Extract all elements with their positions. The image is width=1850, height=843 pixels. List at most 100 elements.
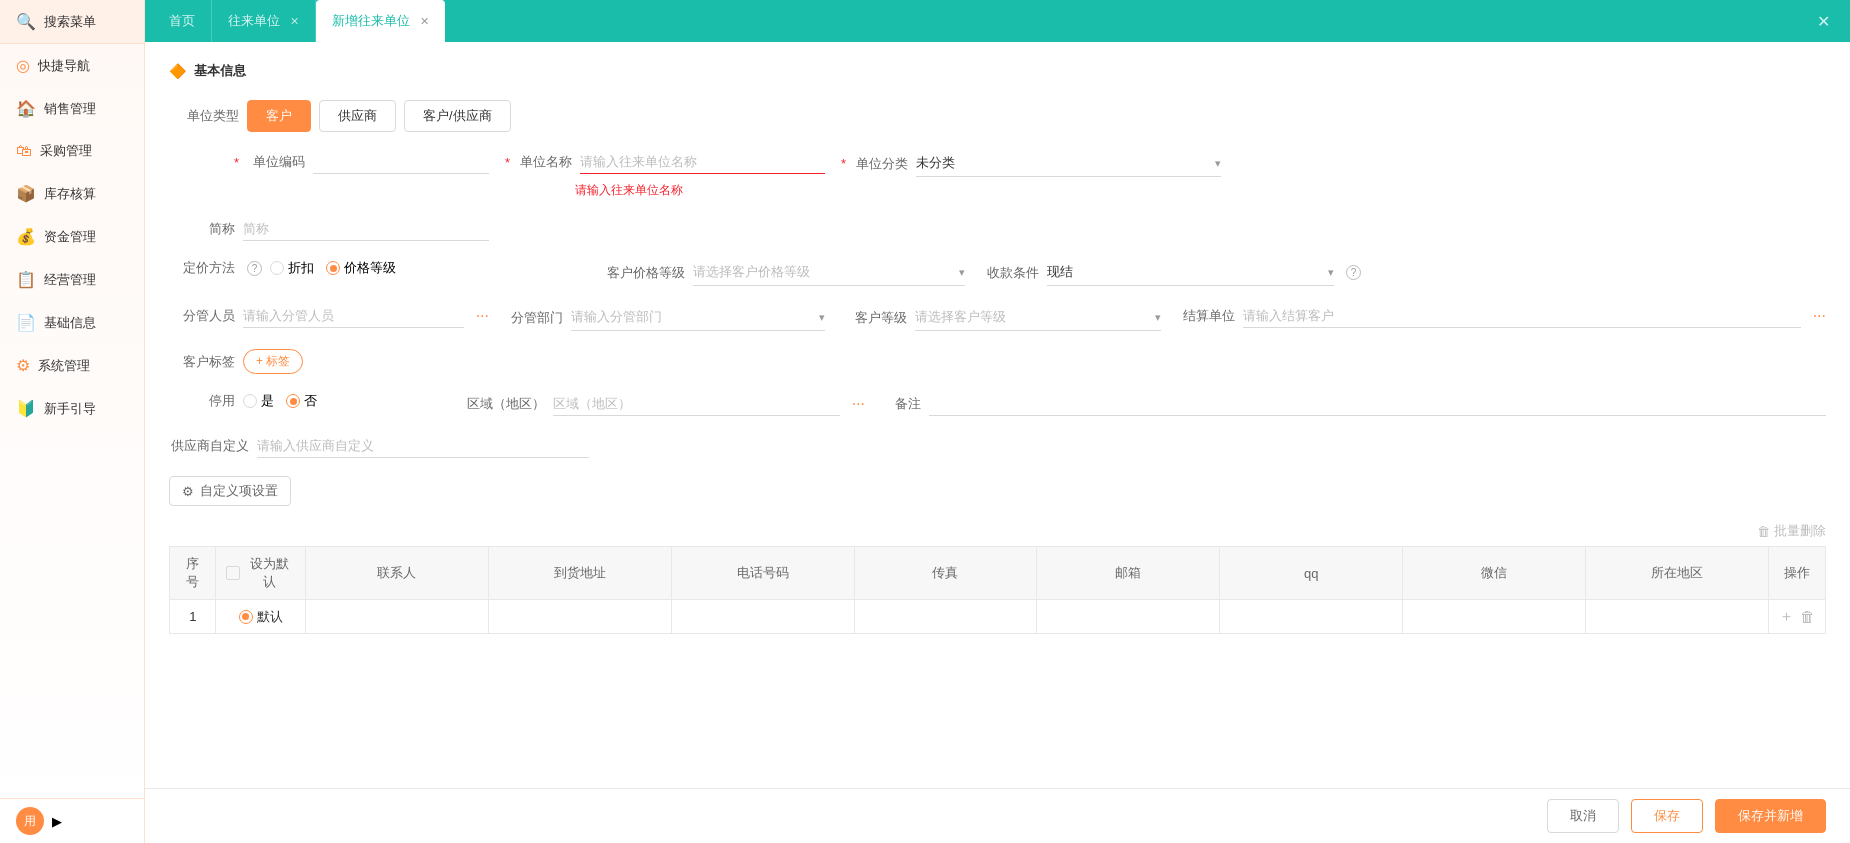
payment-terms-label: 收款条件 [981, 264, 1039, 282]
sidebar-item-guide[interactable]: 🔰 新手引导 [0, 387, 144, 430]
remark-group: 备注 [881, 392, 1826, 416]
contacts-table-section: 🗑 批量删除 序号 设为默认 联系人 到货 [169, 522, 1826, 634]
department-placeholder: 请输入分管部门 [571, 308, 815, 326]
unit-type-buttons: 客户 供应商 客户/供应商 [247, 100, 511, 132]
custom-settings-button[interactable]: ⚙ 自定义项设置 [169, 476, 291, 506]
settlement-unit-picker[interactable]: ··· [1813, 307, 1826, 325]
region-input[interactable] [553, 392, 840, 416]
remark-input[interactable] [929, 392, 1826, 416]
wechat-input[interactable] [1413, 609, 1575, 624]
col-address: 到货地址 [488, 547, 671, 600]
pricing-radio-price-level[interactable]: 价格等级 [326, 259, 396, 277]
phone-input[interactable] [682, 609, 844, 624]
supervisor-row: 分管人员 ··· 分管部门 请输入分管部门 ▾ 客户等级 请选择客户等级 ▾ 结… [169, 304, 1826, 331]
settlement-unit-input[interactable] [1243, 304, 1801, 328]
department-select[interactable]: 请输入分管部门 ▾ [571, 304, 825, 331]
dept-chevron: ▾ [819, 311, 825, 324]
type-btn-customer[interactable]: 客户 [247, 100, 311, 132]
tab-partner[interactable]: 往来单位 ✕ [212, 0, 316, 42]
cell-email[interactable] [1037, 600, 1220, 634]
customer-level-label: 客户等级 [841, 309, 907, 327]
table-row: 1 默认 [170, 600, 1826, 634]
cell-contact[interactable] [305, 600, 488, 634]
sidebar-guide-label: 新手引导 [44, 400, 96, 418]
tab-home-label: 首页 [169, 12, 195, 30]
fax-input[interactable] [865, 609, 1027, 624]
row-region-input[interactable] [1596, 609, 1758, 624]
sidebar-item-operation[interactable]: 📋 经营管理 [0, 258, 144, 301]
category-select[interactable]: 未分类 ▾ [916, 150, 1221, 177]
radio-outer-price-level [326, 261, 340, 275]
radio-outer-discount [270, 261, 284, 275]
cell-no: 1 [170, 600, 216, 634]
default-radio[interactable]: 默认 [239, 608, 283, 626]
batch-delete-button[interactable]: 🗑 批量删除 [1757, 522, 1826, 540]
sidebar-item-quick-nav[interactable]: ◎ 快捷导航 [0, 44, 144, 87]
sidebar-item-system[interactable]: ⚙ 系统管理 [0, 344, 144, 387]
custom-settings-label: 自定义项设置 [200, 482, 278, 500]
settlement-unit-label: 结算单位 [1177, 307, 1235, 325]
window-close-button[interactable]: ✕ [1805, 12, 1842, 31]
cell-wechat[interactable] [1403, 600, 1586, 634]
type-btn-both[interactable]: 客户/供应商 [404, 100, 511, 132]
qq-input[interactable] [1230, 609, 1392, 624]
disable-no-label: 否 [304, 392, 317, 410]
tags-row: 客户标签 + 标签 [169, 349, 1826, 374]
disable-radio-yes[interactable]: 是 [243, 392, 274, 410]
supervisor-picker[interactable]: ··· [476, 307, 489, 325]
address-input[interactable] [499, 609, 661, 624]
sidebar-item-finance[interactable]: 💰 资金管理 [0, 215, 144, 258]
name-label: 单位名称 [514, 153, 572, 171]
supervisor-input[interactable] [243, 304, 464, 328]
region-group: 区域（地区） ··· [465, 392, 865, 416]
cell-default: 默认 [216, 600, 305, 634]
save-button[interactable]: 保存 [1631, 799, 1703, 833]
pricing-row: 定价方法 ? 折扣 价格等级 客户价格等级 [169, 259, 1826, 286]
settlement-unit-group: 结算单位 ··· [1177, 304, 1826, 328]
short-name-label: 简称 [169, 220, 235, 238]
cell-region[interactable] [1586, 600, 1769, 634]
supplier-custom-label: 供应商自定义 [169, 437, 249, 455]
add-tag-button[interactable]: + 标签 [243, 349, 303, 374]
supplier-custom-input[interactable] [257, 434, 589, 458]
tab-new-partner[interactable]: 新增往来单位 ✕ [316, 0, 445, 42]
sidebar-item-inventory[interactable]: 📦 库存核算 [0, 172, 144, 215]
pricing-help-icon[interactable]: ? [247, 261, 262, 276]
payment-terms-select[interactable]: 现结 ▾ [1047, 259, 1334, 286]
pricing-radio-discount[interactable]: 折扣 [270, 259, 314, 277]
contact-input[interactable] [316, 609, 478, 624]
cell-qq[interactable] [1220, 600, 1403, 634]
supplier-custom-row: 供应商自定义 [169, 434, 1826, 458]
col-qq: qq [1220, 547, 1403, 600]
code-input[interactable]: 000009 [313, 150, 489, 174]
header-checkbox[interactable] [226, 566, 240, 580]
payment-terms-help-icon[interactable]: ? [1346, 265, 1361, 280]
sidebar-item-sales[interactable]: 🏠 销售管理 [0, 87, 144, 130]
customer-price-level-select[interactable]: 请选择客户价格等级 ▾ [693, 259, 965, 286]
disable-label: 停用 [169, 392, 235, 410]
name-input[interactable] [580, 150, 825, 174]
remark-label: 备注 [881, 395, 921, 413]
region-picker[interactable]: ··· [852, 395, 865, 413]
cell-fax[interactable] [854, 600, 1037, 634]
save-new-button[interactable]: 保存并新增 [1715, 799, 1826, 833]
sidebar-item-purchase[interactable]: 🛍 采购管理 [0, 130, 144, 172]
cell-phone[interactable] [671, 600, 854, 634]
add-row-icon[interactable]: ＋ [1779, 607, 1794, 626]
short-name-group: 简称 [169, 217, 489, 241]
tab-new-partner-close[interactable]: ✕ [420, 15, 429, 28]
customer-level-select[interactable]: 请选择客户等级 ▾ [915, 304, 1161, 331]
delete-row-icon[interactable]: 🗑 [1800, 608, 1815, 625]
sidebar-item-basic[interactable]: 📄 基础信息 [0, 301, 144, 344]
type-btn-supplier[interactable]: 供应商 [319, 100, 396, 132]
col-actions: 操作 [1768, 547, 1825, 600]
disable-radio-no[interactable]: 否 [286, 392, 317, 410]
cancel-button[interactable]: 取消 [1547, 799, 1619, 833]
tab-home[interactable]: 首页 [153, 0, 212, 42]
tab-partner-close[interactable]: ✕ [290, 15, 299, 28]
cell-address[interactable] [488, 600, 671, 634]
email-input[interactable] [1047, 609, 1209, 624]
short-name-input[interactable] [243, 217, 489, 241]
expand-icon[interactable]: ▶ [52, 814, 62, 829]
sidebar-item-search[interactable]: 🔍 搜索菜单 [0, 0, 144, 44]
